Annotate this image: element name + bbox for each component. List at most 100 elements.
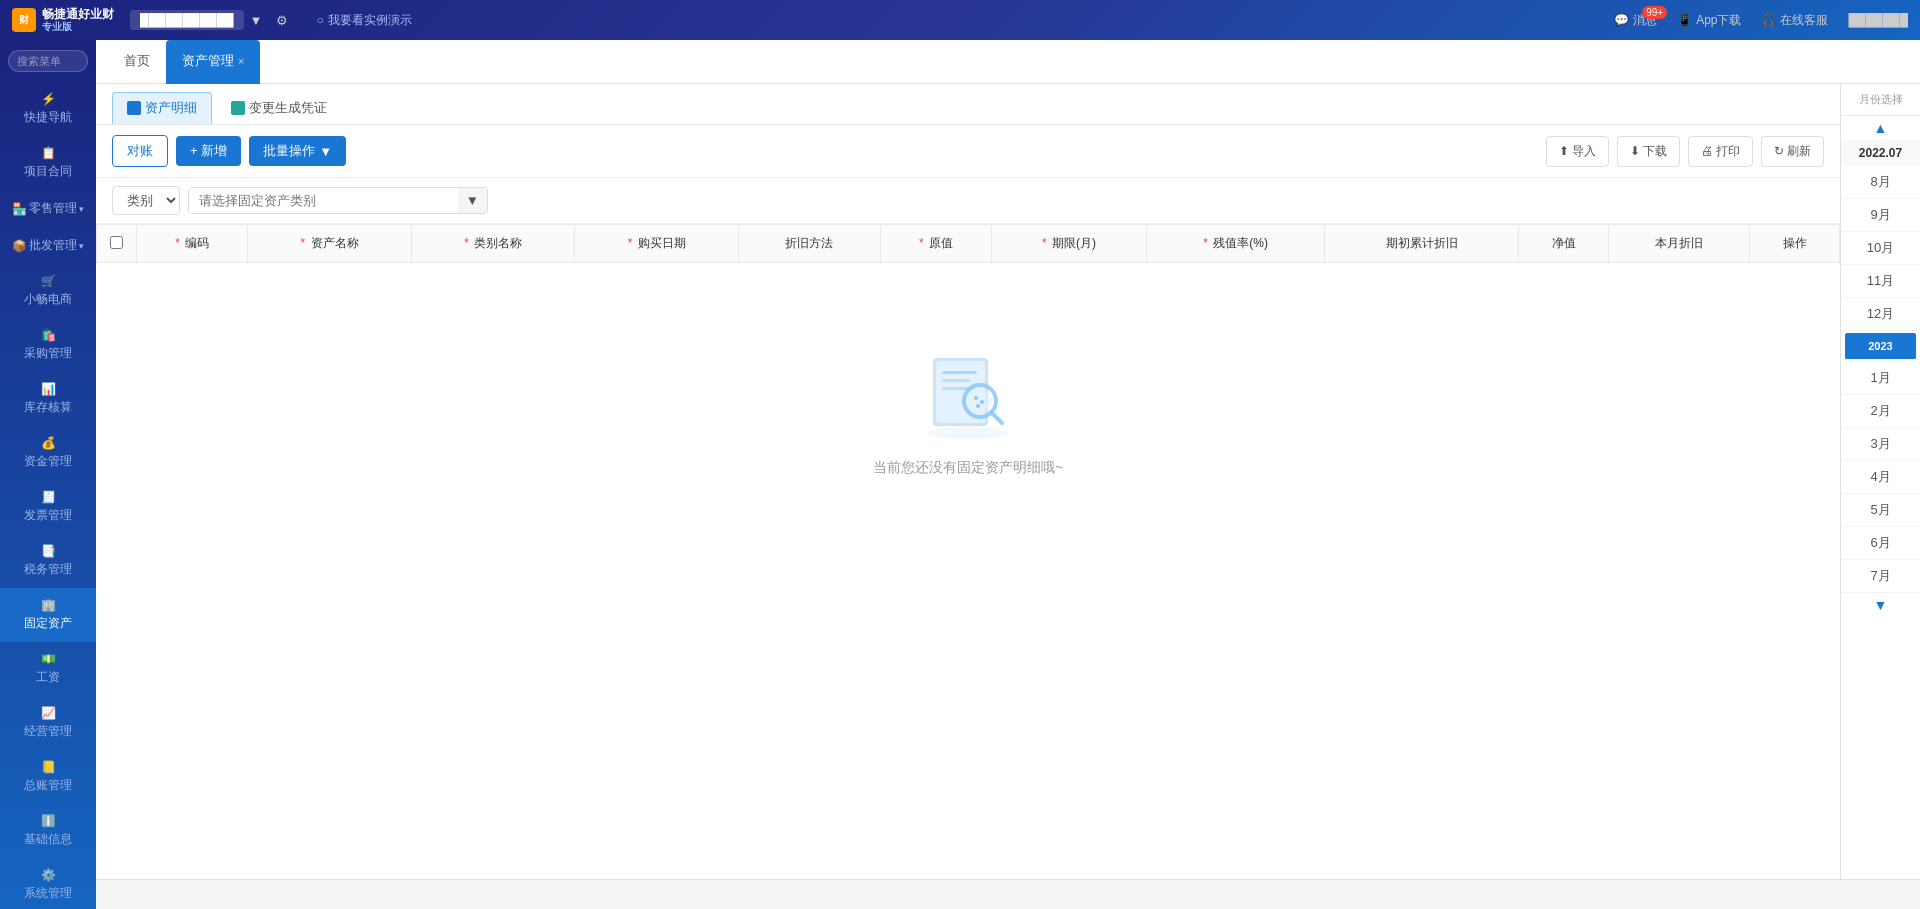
sidebar-item-salary[interactable]: 💵 工资 xyxy=(0,642,96,696)
category-dropdown-button[interactable]: ▼ xyxy=(458,188,487,213)
month-item-8[interactable]: 8月 xyxy=(1841,166,1920,199)
asset-table: * 编码 * 资产名称 * 类别名称 xyxy=(96,224,1840,557)
month-item-7[interactable]: 7月 xyxy=(1841,560,1920,593)
table-header-code: * 编码 xyxy=(137,225,248,263)
app-subtitle: 专业版 xyxy=(42,21,114,33)
sidebar-item-invoice[interactable]: 🧾 发票管理 xyxy=(0,480,96,534)
sidebar-item-tax[interactable]: 📑 税务管理 xyxy=(0,534,96,588)
month-nav-bottom: ▼ xyxy=(1841,593,1920,617)
sidebar-item-system[interactable]: ⚙️ 系统管理 xyxy=(0,858,96,909)
month-item-9[interactable]: 9月 xyxy=(1841,199,1920,232)
company-selector[interactable]: ███████████ ▼ ⚙ xyxy=(130,10,308,30)
demo-link[interactable]: ○ 我要看实例演示 xyxy=(316,12,411,29)
top-bar-right: 💬 消息 99+ 📱 App下载 🎧 在线客服 ███████ xyxy=(1614,12,1908,29)
batch-arrow-icon: ▼ xyxy=(319,144,332,159)
month-panel-header: 月份选择 xyxy=(1841,84,1920,116)
sidebar-item-retail[interactable]: 🏪 零售管理 ▾ xyxy=(0,190,96,227)
user-button[interactable]: ███████ xyxy=(1848,13,1908,27)
page-content: 资产明细 变更生成凭证 对账 + 新增 批量操 xyxy=(96,84,1840,879)
month-item-4[interactable]: 4月 xyxy=(1841,461,1920,494)
subtab-asset-detail[interactable]: 资产明细 xyxy=(112,92,212,124)
sidebar-item-ledger[interactable]: 📒 总账管理 xyxy=(0,750,96,804)
company-name: ███████████ xyxy=(130,10,244,30)
tab-asset-management[interactable]: 资产管理 × xyxy=(166,40,260,84)
sidebar-item-wholesale[interactable]: 📦 批发管理 ▾ xyxy=(0,227,96,264)
empty-state: 当前您还没有固定资产明细哦~ xyxy=(97,263,1840,557)
sidebar-item-fixed-assets[interactable]: 🏢 固定资产 xyxy=(0,588,96,642)
month-nav: ▲ xyxy=(1841,116,1920,140)
sub-tabs: 资产明细 变更生成凭证 xyxy=(96,84,1840,125)
download-button[interactable]: ⬇ 下载 xyxy=(1617,136,1680,167)
message-badge: 99+ xyxy=(1642,6,1667,19)
sidebar-item-purchase[interactable]: 🛍️ 采购管理 xyxy=(0,318,96,372)
sidebar-item-finance[interactable]: 💰 资金管理 xyxy=(0,426,96,480)
month-item-2[interactable]: 2月 xyxy=(1841,395,1920,428)
main-layout: ⚡ 快捷导航 📋 项目合同 🏪 零售管理 ▾ 📦 批发管理 ▾ 🛒 小畅电商 🛍… xyxy=(0,40,1920,909)
company-dropdown-icon[interactable]: ▼ xyxy=(250,13,263,28)
sidebar-item-inventory[interactable]: 📊 库存核算 xyxy=(0,372,96,426)
year-2023-badge: 2023 xyxy=(1845,333,1916,360)
sidebar-item-basic-info[interactable]: ℹ️ 基础信息 xyxy=(0,804,96,858)
month-item-6[interactable]: 6月 xyxy=(1841,527,1920,560)
add-button[interactable]: + 新增 xyxy=(176,136,241,166)
svg-point-0 xyxy=(928,427,1008,439)
table-header-period: * 期限(月) xyxy=(992,225,1147,263)
voucher-change-icon xyxy=(231,101,245,115)
month-item-11[interactable]: 11月 xyxy=(1841,265,1920,298)
table-header-accumulated-depreciation: 期初累计折旧 xyxy=(1325,225,1519,263)
svg-point-7 xyxy=(968,389,992,413)
table-header-residual-rate: * 残值率(%) xyxy=(1147,225,1325,263)
month-year-display: 2022.07 xyxy=(1841,140,1920,166)
table-header-net-value: 净值 xyxy=(1519,225,1608,263)
tab-bar: 首页 资产管理 × xyxy=(96,40,1920,84)
table-header-category: * 类别名称 xyxy=(411,225,575,263)
bottom-bar xyxy=(96,879,1920,909)
tab-close-icon[interactable]: × xyxy=(238,55,244,67)
empty-illustration xyxy=(908,343,1028,443)
message-button[interactable]: 💬 消息 99+ xyxy=(1614,12,1657,29)
table-header-depreciation-method: 折旧方法 xyxy=(739,225,881,263)
sidebar-search-wrap xyxy=(0,40,96,82)
settings-icon[interactable]: ⚙ xyxy=(276,13,288,28)
content-area: 首页 资产管理 × 资产明细 变更生成凭证 xyxy=(96,40,1920,909)
month-nav-down-button[interactable]: ▼ xyxy=(1874,597,1888,613)
app-download-button[interactable]: 📱 App下载 xyxy=(1677,12,1741,29)
sidebar-item-ecommerce[interactable]: 🛒 小畅电商 xyxy=(0,264,96,318)
category-input[interactable] xyxy=(189,188,458,213)
online-service-button[interactable]: 🎧 在线客服 xyxy=(1761,12,1828,29)
import-button[interactable]: ⬆ 导入 xyxy=(1546,136,1609,167)
sidebar: ⚡ 快捷导航 📋 项目合同 🏪 零售管理 ▾ 📦 批发管理 ▾ 🛒 小畅电商 🛍… xyxy=(0,40,96,909)
asset-detail-icon xyxy=(127,101,141,115)
toolbar-right: ⬆ 导入 ⬇ 下载 🖨 打印 ↻ 刷新 xyxy=(1546,136,1824,167)
sidebar-item-management[interactable]: 📈 经营管理 xyxy=(0,696,96,750)
month-item-10[interactable]: 10月 xyxy=(1841,232,1920,265)
category-filter-select[interactable]: 类别 xyxy=(112,186,180,215)
table-header-name: * 资产名称 xyxy=(248,225,412,263)
tab-home[interactable]: 首页 xyxy=(108,40,166,84)
logo-icon: 财 xyxy=(12,8,36,32)
month-item-3[interactable]: 3月 xyxy=(1841,428,1920,461)
table-header-purchase-date: * 购买日期 xyxy=(575,225,739,263)
svg-point-11 xyxy=(976,404,980,408)
svg-rect-3 xyxy=(942,371,977,374)
print-button[interactable]: 🖨 打印 xyxy=(1688,136,1753,167)
refresh-button[interactable]: ↻ 刷新 xyxy=(1761,136,1824,167)
filter-row: 类别 ▼ xyxy=(96,178,1840,224)
table-header-original-value: * 原值 xyxy=(880,225,991,263)
subtab-voucher-change[interactable]: 变更生成凭证 xyxy=(216,92,342,124)
month-nav-up-button[interactable]: ▲ xyxy=(1874,120,1888,136)
sidebar-item-quick-nav[interactable]: ⚡ 快捷导航 xyxy=(0,82,96,136)
search-input[interactable] xyxy=(8,50,88,72)
batch-button[interactable]: 批量操作 ▼ xyxy=(249,136,346,166)
select-all-checkbox[interactable] xyxy=(110,236,123,249)
month-item-12[interactable]: 12月 xyxy=(1841,298,1920,331)
reconcile-button[interactable]: 对账 xyxy=(112,135,168,167)
month-item-1[interactable]: 1月 xyxy=(1841,362,1920,395)
svg-point-9 xyxy=(974,396,978,400)
table-header-checkbox xyxy=(97,225,137,263)
svg-point-10 xyxy=(980,400,984,404)
category-input-wrap: ▼ xyxy=(188,187,488,214)
toolbar: 对账 + 新增 批量操作 ▼ ⬆ 导入 xyxy=(96,125,1840,178)
month-item-5[interactable]: 5月 xyxy=(1841,494,1920,527)
sidebar-item-project[interactable]: 📋 项目合同 xyxy=(0,136,96,190)
